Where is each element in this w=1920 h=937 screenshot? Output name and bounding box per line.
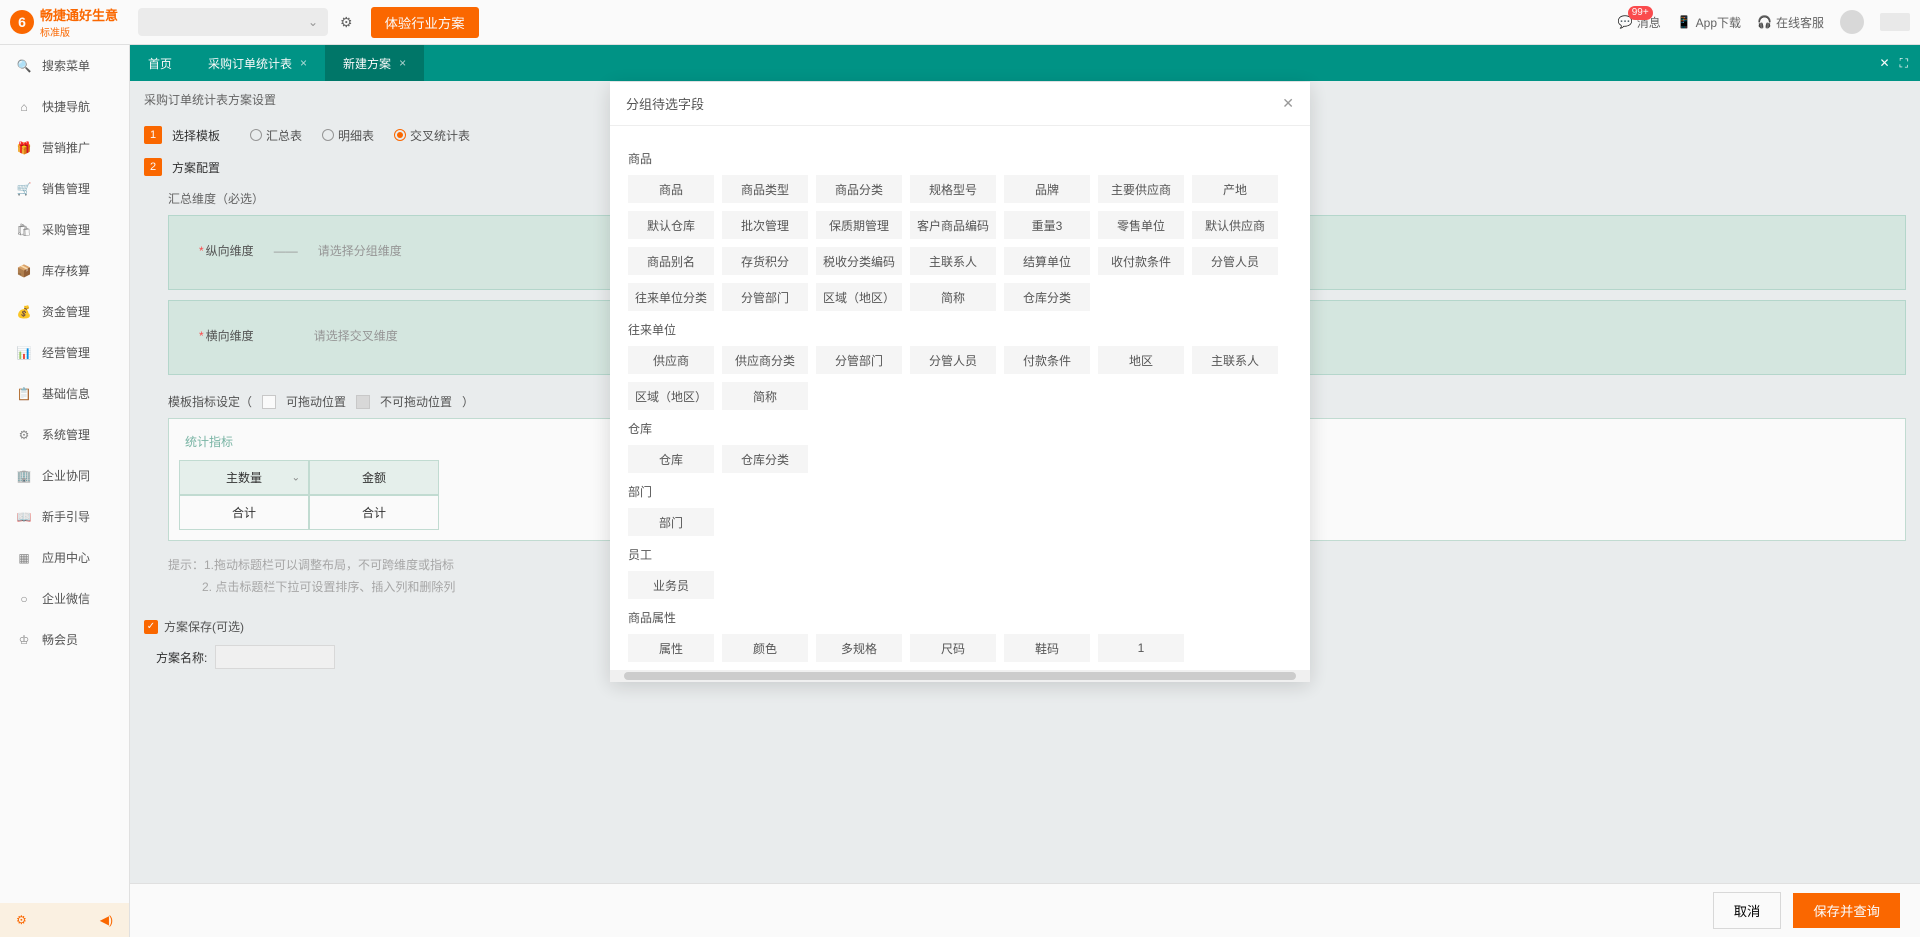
field-tag[interactable]: 仓库分类 bbox=[1004, 283, 1090, 311]
field-tag[interactable]: 供应商分类 bbox=[722, 346, 808, 374]
field-tag[interactable]: 分管人员 bbox=[910, 346, 996, 374]
field-tag[interactable]: 仓库分类 bbox=[722, 445, 808, 473]
field-tag[interactable]: 规格型号 bbox=[910, 175, 996, 203]
field-tag[interactable]: 税收分类编码 bbox=[816, 247, 902, 275]
modal-hscrollbar[interactable] bbox=[610, 670, 1310, 682]
field-tag[interactable]: 鞋码 bbox=[1004, 634, 1090, 662]
field-tag[interactable]: 客户商品编码 bbox=[910, 211, 996, 239]
field-tag[interactable]: 存货积分 bbox=[722, 247, 808, 275]
field-tags: 部门 bbox=[628, 508, 1292, 536]
field-tag[interactable]: 业务员 bbox=[628, 571, 714, 599]
field-tag[interactable]: 产地 bbox=[1192, 175, 1278, 203]
field-tag[interactable]: 分管部门 bbox=[816, 346, 902, 374]
field-tag[interactable]: 默认仓库 bbox=[628, 211, 714, 239]
field-tags: 商品商品类型商品分类规格型号品牌主要供应商产地默认仓库批次管理保质期管理客户商品… bbox=[628, 175, 1292, 311]
field-tag[interactable]: 往来单位分类 bbox=[628, 283, 714, 311]
field-tag[interactable]: 商品分类 bbox=[816, 175, 902, 203]
field-tag[interactable]: 简称 bbox=[910, 283, 996, 311]
field-tag[interactable]: 简称 bbox=[722, 382, 808, 410]
field-tag[interactable]: 区域（地区） bbox=[816, 283, 902, 311]
field-tag[interactable]: 分管人员 bbox=[1192, 247, 1278, 275]
field-group-title: 商品属性 bbox=[628, 609, 1292, 626]
field-group-title: 商品 bbox=[628, 150, 1292, 167]
field-tag[interactable]: 区域（地区） bbox=[628, 382, 714, 410]
modal-header: 分组待选字段 ✕ bbox=[610, 82, 1310, 126]
field-tag[interactable]: 主联系人 bbox=[1192, 346, 1278, 374]
field-tag[interactable]: 保质期管理 bbox=[816, 211, 902, 239]
field-tag[interactable]: 1 bbox=[1098, 634, 1184, 662]
field-tag[interactable]: 结算单位 bbox=[1004, 247, 1090, 275]
field-tags: 属性颜色多规格尺码鞋码 1 bbox=[628, 634, 1292, 662]
field-tag[interactable]: 供应商 bbox=[628, 346, 714, 374]
modal-close-icon[interactable]: ✕ bbox=[1282, 95, 1294, 112]
field-tag[interactable]: 仓库 bbox=[628, 445, 714, 473]
field-tag[interactable]: 颜色 bbox=[722, 634, 808, 662]
field-tags: 供应商供应商分类分管部门分管人员付款条件地区主联系人区域（地区） 简称 bbox=[628, 346, 1292, 410]
field-tag[interactable]: 默认供应商 bbox=[1192, 211, 1278, 239]
field-tags: 业务员 bbox=[628, 571, 1292, 599]
modal-mask: 分组待选字段 ✕ 商品商品商品类型商品分类规格型号品牌主要供应商产地默认仓库批次… bbox=[0, 0, 1920, 937]
field-tag[interactable]: 商品 bbox=[628, 175, 714, 203]
field-tag[interactable]: 商品类型 bbox=[722, 175, 808, 203]
field-group-title: 员工 bbox=[628, 546, 1292, 563]
field-tag[interactable]: 品牌 bbox=[1004, 175, 1090, 203]
field-tag[interactable]: 多规格 bbox=[816, 634, 902, 662]
field-tag[interactable]: 商品别名 bbox=[628, 247, 714, 275]
field-tag[interactable]: 尺码 bbox=[910, 634, 996, 662]
field-tag[interactable]: 属性 bbox=[628, 634, 714, 662]
field-group-title: 部门 bbox=[628, 483, 1292, 500]
field-tag[interactable]: 分管部门 bbox=[722, 283, 808, 311]
field-tag[interactable]: 地区 bbox=[1098, 346, 1184, 374]
field-tag[interactable]: 付款条件 bbox=[1004, 346, 1090, 374]
modal-body[interactable]: 商品商品商品类型商品分类规格型号品牌主要供应商产地默认仓库批次管理保质期管理客户… bbox=[610, 126, 1310, 670]
field-tags: 仓库仓库分类 bbox=[628, 445, 1292, 473]
field-tag[interactable]: 部门 bbox=[628, 508, 714, 536]
field-select-modal: 分组待选字段 ✕ 商品商品商品类型商品分类规格型号品牌主要供应商产地默认仓库批次… bbox=[610, 82, 1310, 682]
field-tag[interactable]: 零售单位 bbox=[1098, 211, 1184, 239]
field-tag[interactable]: 批次管理 bbox=[722, 211, 808, 239]
field-tag[interactable]: 主要供应商 bbox=[1098, 175, 1184, 203]
modal-title: 分组待选字段 bbox=[626, 94, 704, 113]
field-group-title: 仓库 bbox=[628, 420, 1292, 437]
field-group-title: 往来单位 bbox=[628, 321, 1292, 338]
field-tag[interactable]: 主联系人 bbox=[910, 247, 996, 275]
field-tag[interactable]: 重量3 bbox=[1004, 211, 1090, 239]
field-tag[interactable]: 收付款条件 bbox=[1098, 247, 1184, 275]
